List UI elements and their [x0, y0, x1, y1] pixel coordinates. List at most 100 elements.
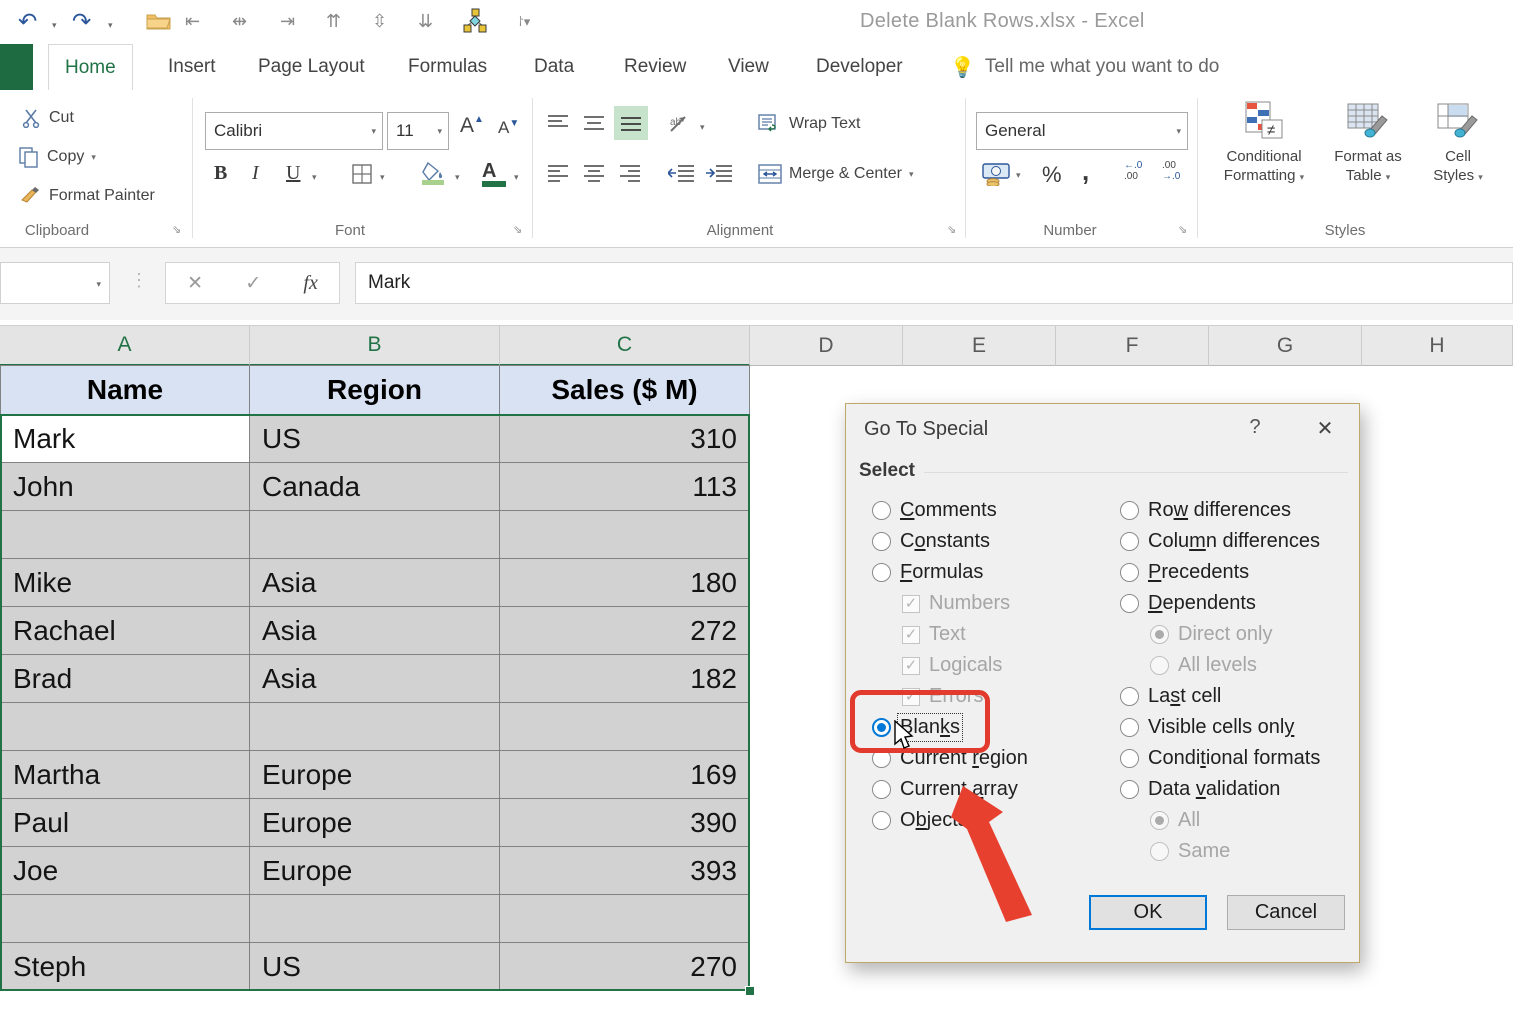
- align-center-h-icon[interactable]: ⇹: [232, 6, 247, 36]
- align-right-edge-icon[interactable]: ⇥: [280, 6, 295, 36]
- radio-icon[interactable]: [1120, 563, 1139, 582]
- table-cell[interactable]: Europe: [250, 799, 500, 847]
- column-header-F[interactable]: F: [1056, 326, 1209, 366]
- radio-icon[interactable]: [872, 501, 891, 520]
- radio-icon[interactable]: [872, 532, 891, 551]
- cancel-button[interactable]: Cancel: [1227, 895, 1345, 930]
- cut-button[interactable]: Cut: [22, 108, 74, 128]
- conditional-formatting-button[interactable]: ≠ Conditional Formatting ▾: [1214, 100, 1314, 187]
- right-option-conditional-formats[interactable]: Conditional formats: [1120, 743, 1320, 774]
- undo-icon[interactable]: ↶: [18, 6, 37, 36]
- align-bottom-icon[interactable]: ⇊: [418, 6, 433, 36]
- radio-icon[interactable]: [1120, 780, 1139, 799]
- radio-icon[interactable]: [1120, 594, 1139, 613]
- table-cell[interactable]: [0, 511, 250, 559]
- table-cell[interactable]: [0, 703, 250, 751]
- table-cell[interactable]: John: [0, 463, 250, 511]
- help-icon[interactable]: ?: [1240, 416, 1270, 439]
- table-cell[interactable]: 182: [500, 655, 750, 703]
- left-option-constants[interactable]: Constants: [872, 526, 1028, 557]
- insert-function-icon[interactable]: fx: [303, 272, 317, 295]
- decrease-indent-button[interactable]: [666, 164, 696, 187]
- table-cell[interactable]: 270: [500, 943, 750, 991]
- left-option-comments[interactable]: Comments: [872, 495, 1028, 526]
- table-cell[interactable]: 169: [500, 751, 750, 799]
- clipboard-dialog-launcher[interactable]: ⇘: [172, 224, 186, 238]
- number-dialog-launcher[interactable]: ⇘: [1178, 224, 1192, 238]
- top-align-button[interactable]: [546, 114, 570, 137]
- left-option-objects[interactable]: Objects: [872, 805, 1028, 836]
- table-cell[interactable]: Mark: [0, 415, 250, 463]
- table-cell[interactable]: [250, 703, 500, 751]
- increase-font-size-button[interactable]: A▲: [460, 114, 484, 138]
- table-cell[interactable]: 272: [500, 607, 750, 655]
- tab-developer[interactable]: Developer: [800, 44, 919, 90]
- tab-page-layout[interactable]: Page Layout: [242, 44, 381, 90]
- radio-icon[interactable]: [872, 749, 891, 768]
- name-box-dropdown-icon[interactable]: ▾: [96, 279, 101, 290]
- redo-icon[interactable]: ↷: [72, 6, 91, 36]
- radio-icon[interactable]: [1120, 532, 1139, 551]
- copy-button[interactable]: Copy ▾: [18, 146, 96, 168]
- borders-dropdown-icon[interactable]: ▾: [380, 172, 385, 183]
- column-header-B[interactable]: B: [250, 326, 500, 366]
- table-cell[interactable]: Joe: [0, 847, 250, 895]
- underline-button[interactable]: U: [286, 162, 300, 185]
- tell-me-box[interactable]: 💡 Tell me what you want to do: [950, 44, 1219, 90]
- ok-button[interactable]: OK: [1089, 895, 1207, 930]
- format-painter-button[interactable]: Format Painter: [20, 186, 155, 206]
- font-color-button[interactable]: A: [482, 160, 506, 187]
- table-cell[interactable]: Canada: [250, 463, 500, 511]
- radio-icon[interactable]: [872, 811, 891, 830]
- right-option-row-differences[interactable]: Row differences: [1120, 495, 1320, 526]
- right-option-visible-cells-only[interactable]: Visible cells only: [1120, 712, 1320, 743]
- radio-icon[interactable]: [872, 780, 891, 799]
- align-left-edge-icon[interactable]: ⇤: [185, 6, 200, 36]
- table-cell[interactable]: 390: [500, 799, 750, 847]
- left-option-current-array[interactable]: Current array: [872, 774, 1028, 805]
- table-cell[interactable]: Asia: [250, 559, 500, 607]
- table-cell[interactable]: [250, 511, 500, 559]
- formula-bar-grip[interactable]: ⋮: [130, 270, 148, 291]
- table-cell[interactable]: Asia: [250, 655, 500, 703]
- fill-color-dropdown-icon[interactable]: ▾: [455, 172, 460, 183]
- column-header-G[interactable]: G: [1209, 326, 1362, 366]
- font-color-dropdown-icon[interactable]: ▾: [514, 172, 519, 183]
- table-cell[interactable]: Rachael: [0, 607, 250, 655]
- merge-center-dropdown-icon[interactable]: ▾: [909, 169, 914, 180]
- radio-icon[interactable]: [1120, 501, 1139, 520]
- table-cell[interactable]: 310: [500, 415, 750, 463]
- column-header-C[interactable]: C: [500, 326, 750, 366]
- borders-button[interactable]: [352, 164, 372, 189]
- increase-decimal-button[interactable]: ←.0.00: [1124, 160, 1142, 182]
- cancel-entry-icon[interactable]: ✕: [187, 272, 203, 295]
- confirm-entry-icon[interactable]: ✓: [245, 272, 261, 295]
- undo-dropdown-icon[interactable]: ▾: [52, 10, 57, 40]
- table-cell[interactable]: [500, 703, 750, 751]
- align-left-button[interactable]: [546, 164, 570, 187]
- right-option-dependents[interactable]: Dependents: [1120, 588, 1320, 619]
- middle-align-button[interactable]: [582, 114, 606, 137]
- table-cell[interactable]: [500, 511, 750, 559]
- orientation-button[interactable]: ab: [668, 112, 692, 139]
- left-option-current-region[interactable]: Current region: [872, 743, 1028, 774]
- radio-icon[interactable]: [872, 718, 891, 737]
- decrease-decimal-button[interactable]: .00 →.0: [1162, 160, 1180, 182]
- cell-styles-button[interactable]: Cell Styles ▾: [1416, 100, 1500, 187]
- smartart-icon[interactable]: [462, 6, 488, 36]
- increase-indent-button[interactable]: [706, 164, 734, 187]
- underline-dropdown-icon[interactable]: ▾: [312, 172, 317, 183]
- table-cell[interactable]: Mike: [0, 559, 250, 607]
- align-right-button[interactable]: [618, 164, 642, 187]
- table-header-cell[interactable]: Region: [250, 365, 500, 415]
- accounting-format-button[interactable]: [982, 160, 1012, 191]
- right-option-precedents[interactable]: Precedents: [1120, 557, 1320, 588]
- bold-button[interactable]: B: [214, 162, 227, 185]
- radio-icon[interactable]: [1120, 749, 1139, 768]
- table-cell[interactable]: 113: [500, 463, 750, 511]
- right-option-last-cell[interactable]: Last cell: [1120, 681, 1320, 712]
- italic-button[interactable]: I: [252, 162, 259, 185]
- tab-review[interactable]: Review: [608, 44, 702, 90]
- tab-insert[interactable]: Insert: [152, 44, 232, 90]
- orientation-dropdown-icon[interactable]: ▾: [700, 122, 705, 133]
